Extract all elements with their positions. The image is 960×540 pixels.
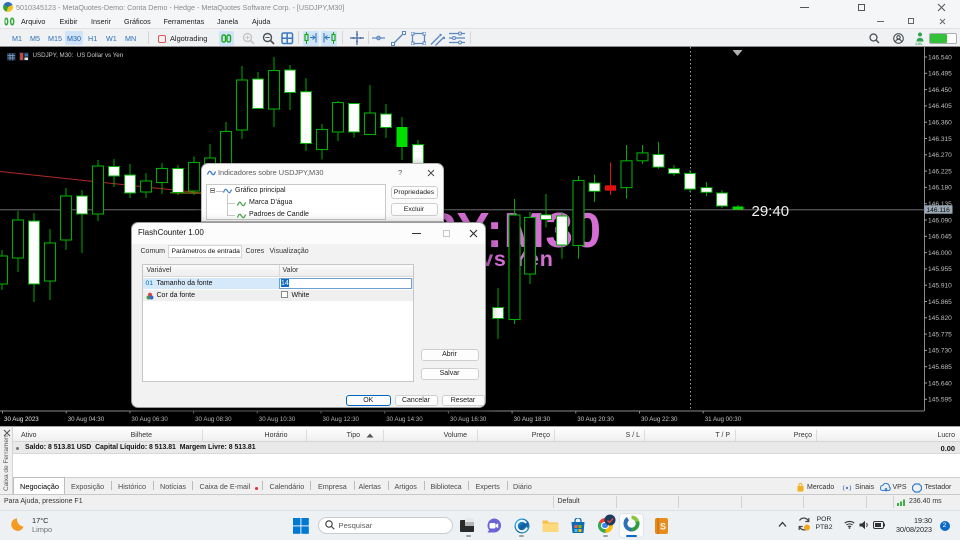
svg-text:146.270: 146.270 bbox=[928, 152, 952, 159]
svg-text:30 Aug 20:30: 30 Aug 20:30 bbox=[577, 416, 614, 423]
svg-text:146.495: 146.495 bbox=[928, 71, 952, 78]
svg-text:S: S bbox=[660, 522, 666, 532]
svg-text:146.000: 146.000 bbox=[928, 250, 952, 257]
svg-text:30 Aug 22:30: 30 Aug 22:30 bbox=[641, 416, 678, 423]
svg-text:30 Aug 2023: 30 Aug 2023 bbox=[4, 416, 39, 423]
svg-text:30 Aug 08:30: 30 Aug 08:30 bbox=[195, 416, 232, 423]
svg-text:146.540: 146.540 bbox=[928, 54, 952, 61]
svg-text:145.955: 145.955 bbox=[928, 266, 952, 273]
svg-text:146.360: 146.360 bbox=[928, 120, 952, 127]
svg-text:146.045: 146.045 bbox=[928, 234, 952, 241]
svg-text:31 Aug 00:30: 31 Aug 00:30 bbox=[705, 416, 742, 423]
svg-text:145.910: 145.910 bbox=[928, 283, 952, 290]
svg-text:146.450: 146.450 bbox=[928, 87, 952, 94]
svg-text:30 Aug 16:30: 30 Aug 16:30 bbox=[450, 416, 487, 423]
svg-text:145.865: 145.865 bbox=[928, 299, 952, 306]
svg-text:30 Aug 18:30: 30 Aug 18:30 bbox=[514, 416, 551, 423]
svg-text:145.820: 145.820 bbox=[928, 315, 952, 322]
svg-text:146.225: 146.225 bbox=[928, 168, 952, 175]
svg-text:145.685: 145.685 bbox=[928, 364, 952, 371]
svg-text:146.315: 146.315 bbox=[928, 136, 952, 143]
svg-text:146.090: 146.090 bbox=[928, 217, 952, 224]
svg-text:145.640: 145.640 bbox=[928, 380, 952, 387]
svg-text:145.595: 145.595 bbox=[928, 397, 952, 404]
svg-text:30 Aug 04:30: 30 Aug 04:30 bbox=[68, 416, 105, 423]
svg-text:146.116: 146.116 bbox=[927, 207, 951, 214]
svg-text:30 Aug 12:30: 30 Aug 12:30 bbox=[323, 416, 360, 423]
svg-text:30 Aug 10:30: 30 Aug 10:30 bbox=[259, 416, 296, 423]
svg-text:30 Aug 06:30: 30 Aug 06:30 bbox=[131, 416, 168, 423]
svg-text:30 Aug 14:30: 30 Aug 14:30 bbox=[386, 416, 423, 423]
svg-text:145.730: 145.730 bbox=[928, 348, 952, 355]
svg-text:145.775: 145.775 bbox=[928, 331, 952, 338]
svg-text:146.180: 146.180 bbox=[928, 185, 952, 192]
svg-text:146.405: 146.405 bbox=[928, 103, 952, 110]
svg-text:LVL: LVL bbox=[916, 40, 924, 44]
